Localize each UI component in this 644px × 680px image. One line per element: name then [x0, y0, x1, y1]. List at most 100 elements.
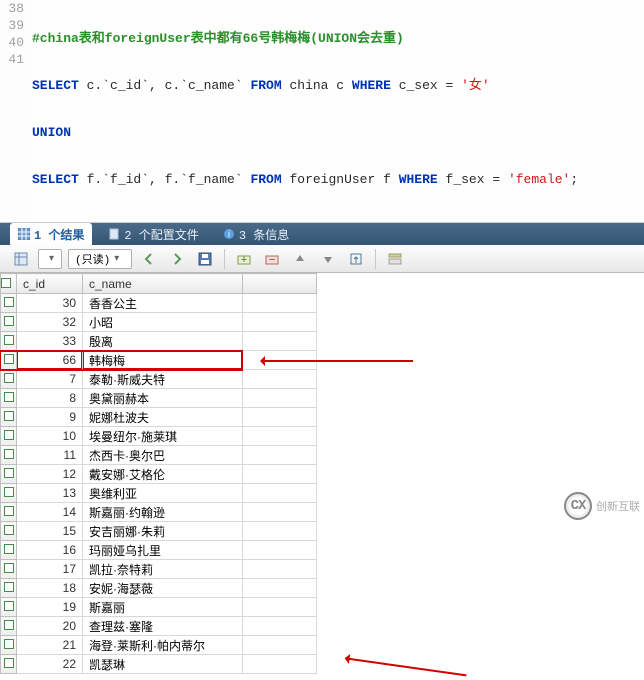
- cell-id[interactable]: 19: [17, 598, 83, 617]
- table-row[interactable]: 19斯嘉丽: [1, 598, 317, 617]
- cell-id[interactable]: 17: [17, 560, 83, 579]
- row-checkbox[interactable]: [1, 313, 17, 332]
- cell-name[interactable]: 埃曼纽尔·施莱琪: [83, 427, 243, 446]
- row-checkbox[interactable]: [1, 579, 17, 598]
- table-row[interactable]: 16玛丽娅乌扎里: [1, 541, 317, 560]
- tab-messages[interactable]: i 3 条信息: [215, 223, 297, 245]
- cell-id[interactable]: 30: [17, 294, 83, 313]
- cell-id[interactable]: 8: [17, 389, 83, 408]
- cell-id[interactable]: 33: [17, 332, 83, 351]
- row-checkbox[interactable]: [1, 427, 17, 446]
- corner-cell[interactable]: [1, 274, 17, 294]
- table-row[interactable]: 15安吉丽娜·朱莉: [1, 522, 317, 541]
- cell-name[interactable]: 凯拉·奈特莉: [83, 560, 243, 579]
- cell-id[interactable]: 12: [17, 465, 83, 484]
- table-row[interactable]: 8奥黛丽赫本: [1, 389, 317, 408]
- nav-last-button[interactable]: [166, 248, 188, 270]
- up-button[interactable]: [289, 248, 311, 270]
- cell-name[interactable]: 奥黛丽赫本: [83, 389, 243, 408]
- cell-id[interactable]: 18: [17, 579, 83, 598]
- cell-name[interactable]: 泰勒·斯威夫特: [83, 370, 243, 389]
- row-checkbox[interactable]: [1, 370, 17, 389]
- cell-name[interactable]: 小昭: [83, 313, 243, 332]
- cell-name[interactable]: 妮娜杜波夫: [83, 408, 243, 427]
- table-row[interactable]: 9妮娜杜波夫: [1, 408, 317, 427]
- row-checkbox[interactable]: [1, 522, 17, 541]
- cell-id[interactable]: 10: [17, 427, 83, 446]
- cell-name[interactable]: 安妮·海瑟薇: [83, 579, 243, 598]
- row-checkbox[interactable]: [1, 655, 17, 674]
- table-row[interactable]: 11杰西卡·奥尔巴: [1, 446, 317, 465]
- table-row[interactable]: 14斯嘉丽·约翰逊: [1, 503, 317, 522]
- row-checkbox[interactable]: [1, 541, 17, 560]
- column-header-id[interactable]: c_id: [17, 274, 83, 294]
- table-row[interactable]: 7泰勒·斯威夫特: [1, 370, 317, 389]
- row-checkbox[interactable]: [1, 408, 17, 427]
- cell-name[interactable]: 安吉丽娜·朱莉: [83, 522, 243, 541]
- filter-button[interactable]: [384, 248, 406, 270]
- cell-name[interactable]: 香香公主: [83, 294, 243, 313]
- row-checkbox[interactable]: [1, 598, 17, 617]
- cell-name[interactable]: 斯嘉丽: [83, 598, 243, 617]
- row-checkbox[interactable]: [1, 617, 17, 636]
- cell-id[interactable]: 20: [17, 617, 83, 636]
- cell-name[interactable]: 海登·莱斯利·帕内蒂尔: [83, 636, 243, 655]
- table-row[interactable]: 32小昭: [1, 313, 317, 332]
- down-button[interactable]: [317, 248, 339, 270]
- limit-dropdown[interactable]: ▾: [38, 249, 62, 269]
- nav-first-button[interactable]: [138, 248, 160, 270]
- cell-id[interactable]: 16: [17, 541, 83, 560]
- cell-id[interactable]: 13: [17, 484, 83, 503]
- cell-name[interactable]: 殷离: [83, 332, 243, 351]
- table-row[interactable]: 10埃曼纽尔·施莱琪: [1, 427, 317, 446]
- column-header-name[interactable]: c_name: [83, 274, 243, 294]
- cell-name[interactable]: 奥维利亚: [83, 484, 243, 503]
- table-row[interactable]: 33殷离: [1, 332, 317, 351]
- row-checkbox[interactable]: [1, 294, 17, 313]
- show-all-button[interactable]: [10, 248, 32, 270]
- tab-results[interactable]: 1 个结果: [10, 223, 92, 245]
- table-row[interactable]: 30香香公主: [1, 294, 317, 313]
- cell-id[interactable]: 32: [17, 313, 83, 332]
- cell-id[interactable]: 66: [17, 351, 83, 370]
- row-checkbox[interactable]: [1, 484, 17, 503]
- row-checkbox[interactable]: [1, 332, 17, 351]
- table-row[interactable]: 20查理兹·塞隆: [1, 617, 317, 636]
- save-button[interactable]: [194, 248, 216, 270]
- table-row[interactable]: 13奥维利亚: [1, 484, 317, 503]
- table-row[interactable]: 66韩梅梅: [1, 351, 317, 370]
- row-checkbox[interactable]: [1, 503, 17, 522]
- add-row-button[interactable]: +: [233, 248, 255, 270]
- mode-dropdown[interactable]: (只读)▾: [68, 249, 132, 269]
- cell-name[interactable]: 斯嘉丽·约翰逊: [83, 503, 243, 522]
- cell-name[interactable]: 查理兹·塞隆: [83, 617, 243, 636]
- tab-profiles[interactable]: 2 个配置文件: [100, 223, 206, 245]
- row-checkbox[interactable]: [1, 389, 17, 408]
- export-button[interactable]: [345, 248, 367, 270]
- table-row[interactable]: 21海登·莱斯利·帕内蒂尔: [1, 636, 317, 655]
- cell-id[interactable]: 14: [17, 503, 83, 522]
- cell-name[interactable]: 戴安娜·艾格伦: [83, 465, 243, 484]
- row-checkbox[interactable]: [1, 446, 17, 465]
- cell-id[interactable]: 21: [17, 636, 83, 655]
- delete-row-button[interactable]: −: [261, 248, 283, 270]
- cell-id[interactable]: 22: [17, 655, 83, 674]
- code-area[interactable]: #china表和foreignUser表中都有66号韩梅梅(UNION会去重) …: [30, 0, 644, 218]
- row-checkbox[interactable]: [1, 351, 17, 370]
- table-row[interactable]: 17凯拉·奈特莉: [1, 560, 317, 579]
- cell-name[interactable]: 韩梅梅: [83, 351, 243, 370]
- cell-id[interactable]: 9: [17, 408, 83, 427]
- table-row[interactable]: 18安妮·海瑟薇: [1, 579, 317, 598]
- cell-name[interactable]: 杰西卡·奥尔巴: [83, 446, 243, 465]
- cell-id[interactable]: 15: [17, 522, 83, 541]
- row-checkbox[interactable]: [1, 636, 17, 655]
- row-checkbox[interactable]: [1, 560, 17, 579]
- cell-id[interactable]: 11: [17, 446, 83, 465]
- table-row[interactable]: 12戴安娜·艾格伦: [1, 465, 317, 484]
- result-grid[interactable]: c_id c_name 30香香公主32小昭33殷离66韩梅梅7泰勒·斯威夫特8…: [0, 273, 317, 674]
- row-checkbox[interactable]: [1, 465, 17, 484]
- cell-name[interactable]: 玛丽娅乌扎里: [83, 541, 243, 560]
- cell-id[interactable]: 7: [17, 370, 83, 389]
- table-row[interactable]: 22凯瑟琳: [1, 655, 317, 674]
- cell-name[interactable]: 凯瑟琳: [83, 655, 243, 674]
